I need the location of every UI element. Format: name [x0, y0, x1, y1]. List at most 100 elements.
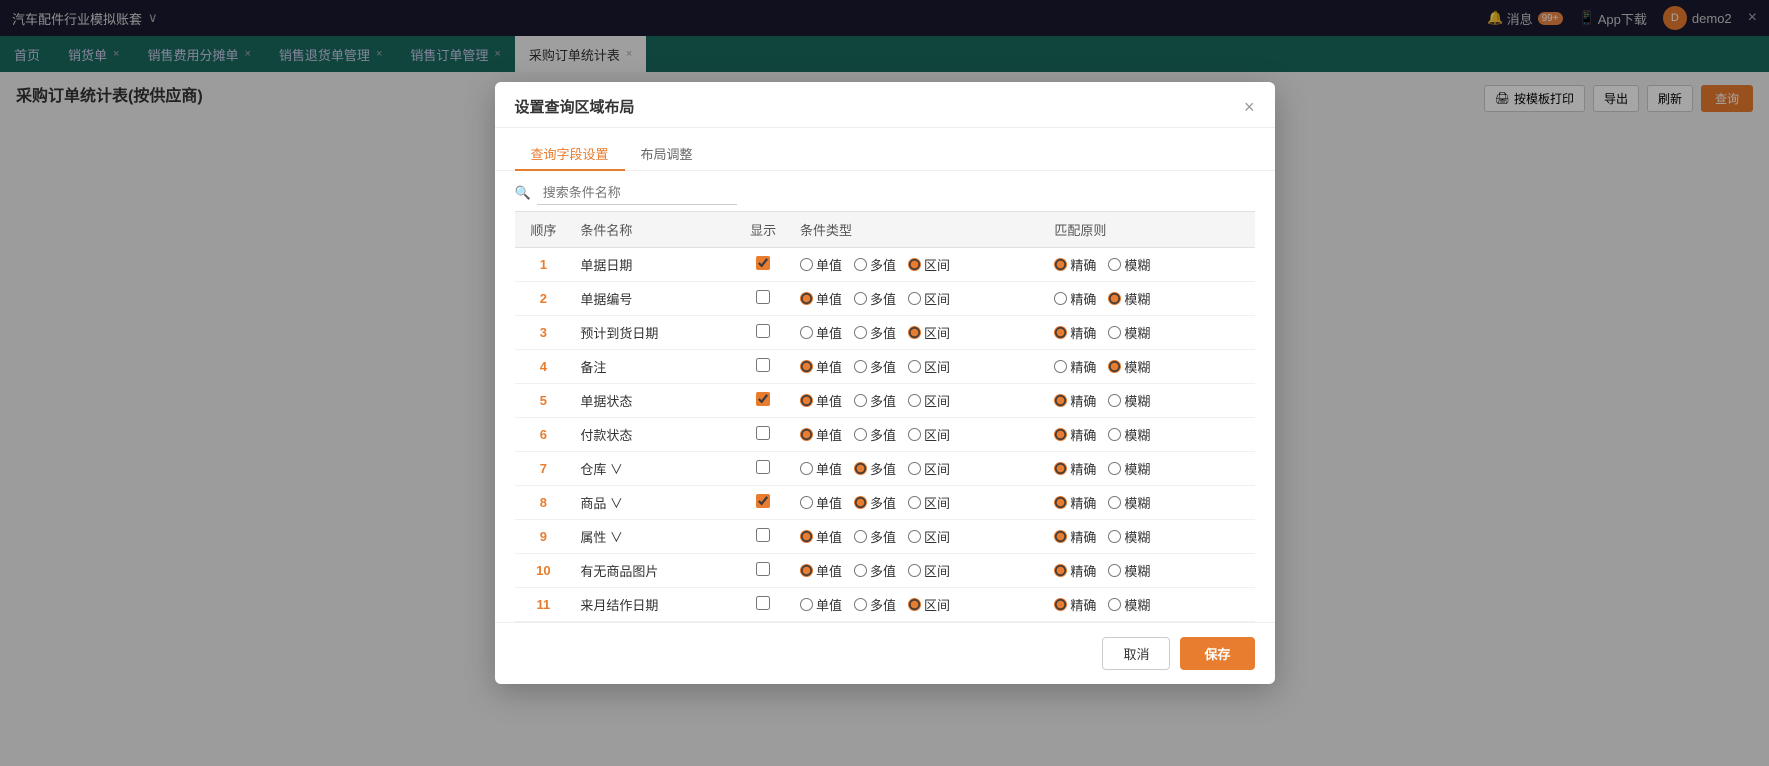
type-radio-type_single[interactable]: 单值 [800, 255, 842, 274]
display-checkbox[interactable] [756, 358, 770, 372]
row-type[interactable]: 单值多值区间 [792, 520, 1046, 554]
row-match[interactable]: 精确模糊 [1046, 554, 1254, 588]
type-radio-type_multi[interactable]: 多值 [854, 493, 896, 512]
match-radio-match_exact[interactable]: 精确 [1054, 255, 1096, 274]
type-radio-type_range[interactable]: 区间 [908, 493, 950, 512]
match-radio-match_exact[interactable]: 精确 [1054, 425, 1096, 444]
match-radio-match_exact[interactable]: 精确 [1054, 459, 1096, 478]
type-radio-type_range[interactable]: 区间 [908, 425, 950, 444]
display-checkbox[interactable] [756, 256, 770, 270]
display-checkbox[interactable] [756, 324, 770, 338]
match-radio-match_fuzzy[interactable]: 模糊 [1108, 527, 1150, 546]
display-checkbox[interactable] [756, 460, 770, 474]
type-radio-type_range[interactable]: 区间 [908, 561, 950, 580]
match-radio-match_fuzzy[interactable]: 模糊 [1108, 561, 1150, 580]
row-type[interactable]: 单值多值区间 [792, 350, 1046, 384]
row-type[interactable]: 单值多值区间 [792, 452, 1046, 486]
type-radio-type_single[interactable]: 单值 [800, 561, 842, 580]
match-radio-match_exact[interactable]: 精确 [1054, 595, 1096, 614]
display-checkbox[interactable] [756, 290, 770, 304]
match-radio-match_fuzzy[interactable]: 模糊 [1108, 459, 1150, 478]
match-radio-match_exact[interactable]: 精确 [1054, 493, 1096, 512]
cancel-btn[interactable]: 取消 [1102, 637, 1170, 670]
type-radio-type_multi[interactable]: 多值 [854, 357, 896, 376]
match-radio-match_exact[interactable]: 精确 [1054, 527, 1096, 546]
type-radio-type_single[interactable]: 单值 [800, 391, 842, 410]
type-radio-type_range[interactable]: 区间 [908, 527, 950, 546]
row-match[interactable]: 精确模糊 [1046, 452, 1254, 486]
match-radio-match_fuzzy[interactable]: 模糊 [1108, 289, 1150, 308]
row-type[interactable]: 单值多值区间 [792, 316, 1046, 350]
match-radio-match_fuzzy[interactable]: 模糊 [1108, 255, 1150, 274]
display-checkbox[interactable] [756, 528, 770, 542]
row-type[interactable]: 单值多值区间 [792, 384, 1046, 418]
type-radio-type_single[interactable]: 单值 [800, 289, 842, 308]
type-radio-type_multi[interactable]: 多值 [854, 391, 896, 410]
row-match[interactable]: 精确模糊 [1046, 418, 1254, 452]
match-radio-match_fuzzy[interactable]: 模糊 [1108, 357, 1150, 376]
row-display[interactable] [734, 316, 792, 350]
type-radio-type_multi[interactable]: 多值 [854, 255, 896, 274]
row-display[interactable] [734, 486, 792, 520]
row-display[interactable] [734, 554, 792, 588]
match-radio-match_exact[interactable]: 精确 [1054, 289, 1096, 308]
display-checkbox[interactable] [756, 426, 770, 440]
row-match[interactable]: 精确模糊 [1046, 588, 1254, 622]
row-match[interactable]: 精确模糊 [1046, 316, 1254, 350]
search-input[interactable] [537, 181, 737, 205]
tab-layout-adjust[interactable]: 布局调整 [625, 138, 709, 171]
row-display[interactable] [734, 452, 792, 486]
row-match[interactable]: 精确模糊 [1046, 248, 1254, 282]
row-display[interactable] [734, 282, 792, 316]
type-radio-type_range[interactable]: 区间 [908, 357, 950, 376]
match-radio-match_exact[interactable]: 精确 [1054, 391, 1096, 410]
match-radio-match_fuzzy[interactable]: 模糊 [1108, 595, 1150, 614]
match-radio-match_exact[interactable]: 精确 [1054, 561, 1096, 580]
type-radio-type_single[interactable]: 单值 [800, 425, 842, 444]
row-match[interactable]: 精确模糊 [1046, 384, 1254, 418]
type-radio-type_range[interactable]: 区间 [908, 323, 950, 342]
type-radio-type_multi[interactable]: 多值 [854, 527, 896, 546]
row-display[interactable] [734, 350, 792, 384]
type-radio-type_single[interactable]: 单值 [800, 357, 842, 376]
row-type[interactable]: 单值多值区间 [792, 588, 1046, 622]
row-type[interactable]: 单值多值区间 [792, 248, 1046, 282]
type-radio-type_multi[interactable]: 多值 [854, 595, 896, 614]
tab-query-fields[interactable]: 查询字段设置 [515, 138, 625, 171]
type-radio-type_multi[interactable]: 多值 [854, 289, 896, 308]
type-radio-type_multi[interactable]: 多值 [854, 459, 896, 478]
row-type[interactable]: 单值多值区间 [792, 486, 1046, 520]
save-btn[interactable]: 保存 [1180, 637, 1254, 670]
row-match[interactable]: 精确模糊 [1046, 520, 1254, 554]
type-radio-type_range[interactable]: 区间 [908, 459, 950, 478]
type-radio-type_range[interactable]: 区间 [908, 289, 950, 308]
row-type[interactable]: 单值多值区间 [792, 554, 1046, 588]
type-radio-type_single[interactable]: 单值 [800, 323, 842, 342]
row-match[interactable]: 精确模糊 [1046, 350, 1254, 384]
match-radio-match_exact[interactable]: 精确 [1054, 357, 1096, 376]
match-radio-match_exact[interactable]: 精确 [1054, 323, 1096, 342]
type-radio-type_range[interactable]: 区间 [908, 255, 950, 274]
display-checkbox[interactable] [756, 392, 770, 406]
display-checkbox[interactable] [756, 562, 770, 576]
type-radio-type_range[interactable]: 区间 [908, 595, 950, 614]
type-radio-type_range[interactable]: 区间 [908, 391, 950, 410]
type-radio-type_single[interactable]: 单值 [800, 459, 842, 478]
match-radio-match_fuzzy[interactable]: 模糊 [1108, 425, 1150, 444]
display-checkbox[interactable] [756, 596, 770, 610]
row-type[interactable]: 单值多值区间 [792, 418, 1046, 452]
row-match[interactable]: 精确模糊 [1046, 486, 1254, 520]
row-match[interactable]: 精确模糊 [1046, 282, 1254, 316]
row-type[interactable]: 单值多值区间 [792, 282, 1046, 316]
row-display[interactable] [734, 418, 792, 452]
type-radio-type_multi[interactable]: 多值 [854, 323, 896, 342]
type-radio-type_multi[interactable]: 多值 [854, 561, 896, 580]
type-radio-type_single[interactable]: 单值 [800, 595, 842, 614]
row-display[interactable] [734, 248, 792, 282]
type-radio-type_multi[interactable]: 多值 [854, 425, 896, 444]
match-radio-match_fuzzy[interactable]: 模糊 [1108, 323, 1150, 342]
type-radio-type_single[interactable]: 单值 [800, 493, 842, 512]
row-display[interactable] [734, 588, 792, 622]
row-display[interactable] [734, 384, 792, 418]
type-radio-type_single[interactable]: 单值 [800, 527, 842, 546]
